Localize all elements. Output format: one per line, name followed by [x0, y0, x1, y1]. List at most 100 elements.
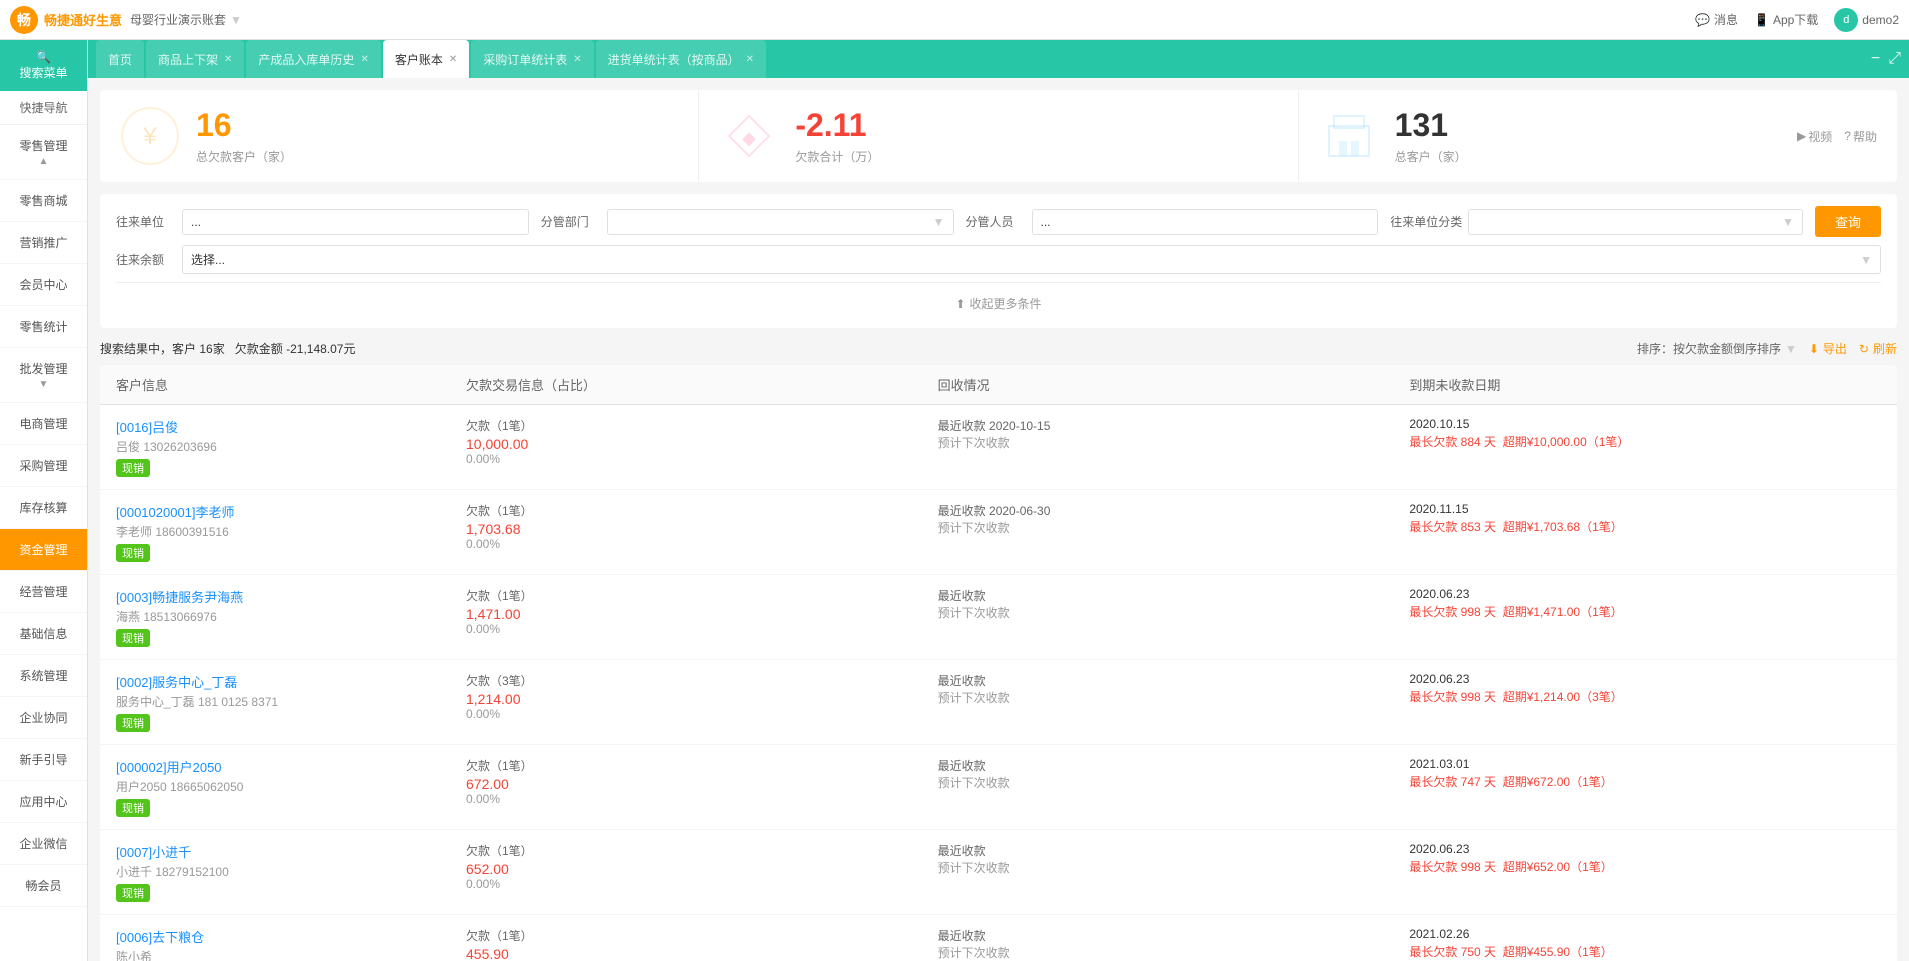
export-btn[interactable]: ⬇ 导出 [1809, 340, 1847, 357]
sidebar-item-retail-stats[interactable]: 零售统计 [0, 306, 87, 348]
results-debt-label: 欠款金额 [235, 342, 283, 356]
recovery-date-0: 2020-10-15 [989, 419, 1050, 433]
system-mgmt-label: 系统管理 [19, 667, 67, 684]
refresh-btn[interactable]: ↻ 刷新 [1859, 340, 1897, 357]
overdue-link-5[interactable]: 超期¥652.00（1笔） [1503, 860, 1613, 874]
help-icon: ? [1844, 129, 1851, 143]
overdue-link-4[interactable]: 超期¥672.00（1笔） [1503, 775, 1613, 789]
due-info-6: 2021.02.26 最长欠款 750 天 超期¥455.90（1笔） [1409, 927, 1881, 960]
tab-maximize-icon[interactable]: ⤢ [1888, 50, 1901, 68]
debt-ratio-1: 0.00% [466, 537, 938, 551]
video-btn[interactable]: ▶ 视频 [1797, 128, 1832, 145]
due-date-2: 2020.06.23 [1409, 587, 1881, 601]
sidebar-item-new-guide[interactable]: 新手引导 [0, 739, 87, 781]
customer-contact-4: 用户2050 18665062050 [116, 778, 466, 795]
customer-info-6: [0006]去下粮仓 陈小希 现销 [116, 927, 466, 961]
sidebar-quick-nav[interactable]: 快捷导航 [0, 91, 87, 125]
debt-label-1: 欠款（1笔） [466, 502, 938, 519]
page-content: ¥ 16 总欠款客户（家） ◆ [88, 78, 1909, 961]
tab-customer-ledger-close[interactable]: ✕ [449, 54, 457, 65]
results-prefix: 搜索结果中，客户 [100, 342, 196, 356]
tab-home[interactable]: 首页 [96, 40, 144, 78]
customer-name-0[interactable]: [0016]吕俊 [116, 417, 466, 436]
sort-select[interactable]: 排序：按欠款金额倒序排序 ▼ [1637, 340, 1797, 357]
sidebar-item-app-center[interactable]: 应用中心 [0, 781, 87, 823]
overdue-link-2[interactable]: 超期¥1,471.00（1笔） [1503, 605, 1623, 619]
filter-dept-select[interactable]: ▼ [607, 209, 954, 235]
tab-product-history[interactable]: 产成品入库单历史 ✕ [246, 40, 380, 78]
tab-product-history-close[interactable]: ✕ [360, 54, 368, 65]
company-dropdown-icon: ▼ [230, 13, 242, 27]
collapse-label: 收起更多条件 [970, 295, 1042, 312]
tab-inventory-stats[interactable]: 进货单统计表（按商品） ✕ [596, 40, 766, 78]
overdue-link-6[interactable]: 超期¥455.90（1笔） [1503, 945, 1613, 959]
sidebar-item-ecom-mgmt[interactable]: 电商管理 [0, 403, 87, 445]
sidebar-item-purchase-mgmt[interactable]: 采购管理 [0, 445, 87, 487]
filter-person-input[interactable]: ... [1032, 209, 1379, 235]
customer-name-4[interactable]: [000002]用户2050 [116, 757, 466, 776]
tab-inventory-stats-close[interactable]: ✕ [746, 54, 754, 65]
sidebar-item-retail-mgmt[interactable]: 零售管理 ▲ [0, 125, 87, 180]
sidebar-item-system-mgmt[interactable]: 系统管理 [0, 655, 87, 697]
sidebar-item-operations-mgmt[interactable]: 经营管理 [0, 571, 87, 613]
app-download-btn[interactable]: 📱 App下载 [1754, 11, 1818, 28]
customer-contact-0: 吕俊 13026203696 [116, 438, 466, 455]
filter-unit-category-select[interactable]: ▼ [1468, 209, 1803, 235]
tab-product-listing[interactable]: 商品上下架 ✕ [146, 40, 244, 78]
customer-badge-0: 现销 [116, 459, 150, 477]
customer-name-2[interactable]: [0003]畅捷服务尹海燕 [116, 587, 466, 606]
tab-purchase-stats[interactable]: 采购订单统计表 ✕ [471, 40, 593, 78]
sidebar-item-inventory[interactable]: 库存核算 [0, 487, 87, 529]
sidebar-item-marketing[interactable]: 营销推广 [0, 222, 87, 264]
sidebar-item-enterprise-collab[interactable]: 企业协同 [0, 697, 87, 739]
collapse-btn[interactable]: ⬆ 收起更多条件 [116, 291, 1881, 316]
chevron-down-balance: ▼ [1860, 253, 1872, 267]
debt-amount-4: 672.00 [466, 776, 938, 792]
premium-member-label: 畅会员 [25, 877, 61, 894]
batch-chevron-icon: ▼ [39, 379, 49, 390]
stat-card-debt-total: ◆ -2.11 欠款合计（万） [699, 90, 1298, 182]
customer-badge-1: 现销 [116, 544, 150, 562]
customer-name-6[interactable]: [0006]去下粮仓 [116, 927, 466, 946]
sidebar-item-member-center[interactable]: 会员中心 [0, 264, 87, 306]
top-bar-right: 💬 消息 📱 App下载 d demo2 [1695, 8, 1899, 32]
sidebar-item-retail-mall[interactable]: 零售商城 [0, 180, 87, 222]
customer-info-3: [0002]服务中心_丁磊 服务中心_丁磊 181 0125 8371 现销 [116, 672, 466, 732]
due-date-5: 2020.06.23 [1409, 842, 1881, 856]
message-btn[interactable]: 💬 消息 [1695, 11, 1738, 28]
customer-name-5[interactable]: [0007]小进千 [116, 842, 466, 861]
sidebar-item-finance-mgmt[interactable]: 资金管理 [0, 529, 87, 571]
sidebar-search[interactable]: 🔍 搜索菜单 [0, 40, 87, 91]
tab-product-listing-close[interactable]: ✕ [224, 54, 232, 65]
retail-mgmt-label: 零售管理 [19, 137, 67, 154]
filter-unit-input[interactable]: ... [182, 209, 529, 235]
help-btn[interactable]: ? 帮助 [1844, 128, 1877, 145]
tab-customer-ledger[interactable]: 客户账本 ✕ [383, 40, 469, 78]
overdue-link-3[interactable]: 超期¥1,214.00（3笔） [1503, 690, 1623, 704]
refresh-label: 刷新 [1873, 340, 1897, 357]
sidebar-item-premium-member[interactable]: 畅会员 [0, 865, 87, 907]
sidebar-item-enterprise-wechat[interactable]: 企业微信 [0, 823, 87, 865]
user-area[interactable]: d demo2 [1834, 8, 1899, 32]
sidebar-item-basic-info[interactable]: 基础信息 [0, 613, 87, 655]
debt-info-0: 欠款（1笔） 10,000.00 0.00% [466, 417, 938, 466]
sidebar-item-batch-mgmt[interactable]: 批发管理 ▼ [0, 348, 87, 403]
overdue-link-1[interactable]: 超期¥1,703.68（1笔） [1503, 520, 1623, 534]
customer-name-3[interactable]: [0002]服务中心_丁磊 [116, 672, 466, 691]
due-info-5: 2020.06.23 最长欠款 998 天 超期¥652.00（1笔） [1409, 842, 1881, 875]
stat-icon-money: ¥ [120, 106, 180, 166]
search-button[interactable]: 查询 [1815, 206, 1881, 237]
company-selector[interactable]: 母婴行业演示账套 ▼ [130, 11, 242, 28]
customer-name-1[interactable]: [0001020001]李老师 [116, 502, 466, 521]
table-header-due-date: 到期未收款日期 [1409, 375, 1881, 394]
overdue-info-2: 最长欠款 998 天 超期¥1,471.00（1笔） [1409, 603, 1881, 620]
filter-person-label: 分管人员 [966, 213, 1026, 230]
recovery-next-3: 预计下次收款 [938, 689, 1410, 706]
tab-bar: 首页 商品上下架 ✕ 产成品入库单历史 ✕ 客户账本 ✕ 采购订单统计表 ✕ 进… [88, 40, 1909, 78]
tab-purchase-stats-close[interactable]: ✕ [573, 54, 581, 65]
tab-minimize-icon[interactable]: − [1871, 50, 1880, 68]
filter-balance-select[interactable]: 选择... ▼ [182, 245, 1881, 274]
customer-contact-3: 服务中心_丁磊 181 0125 8371 [116, 693, 466, 710]
overdue-link-0[interactable]: 超期¥10,000.00（1笔） [1503, 435, 1630, 449]
avatar: d [1834, 8, 1858, 32]
